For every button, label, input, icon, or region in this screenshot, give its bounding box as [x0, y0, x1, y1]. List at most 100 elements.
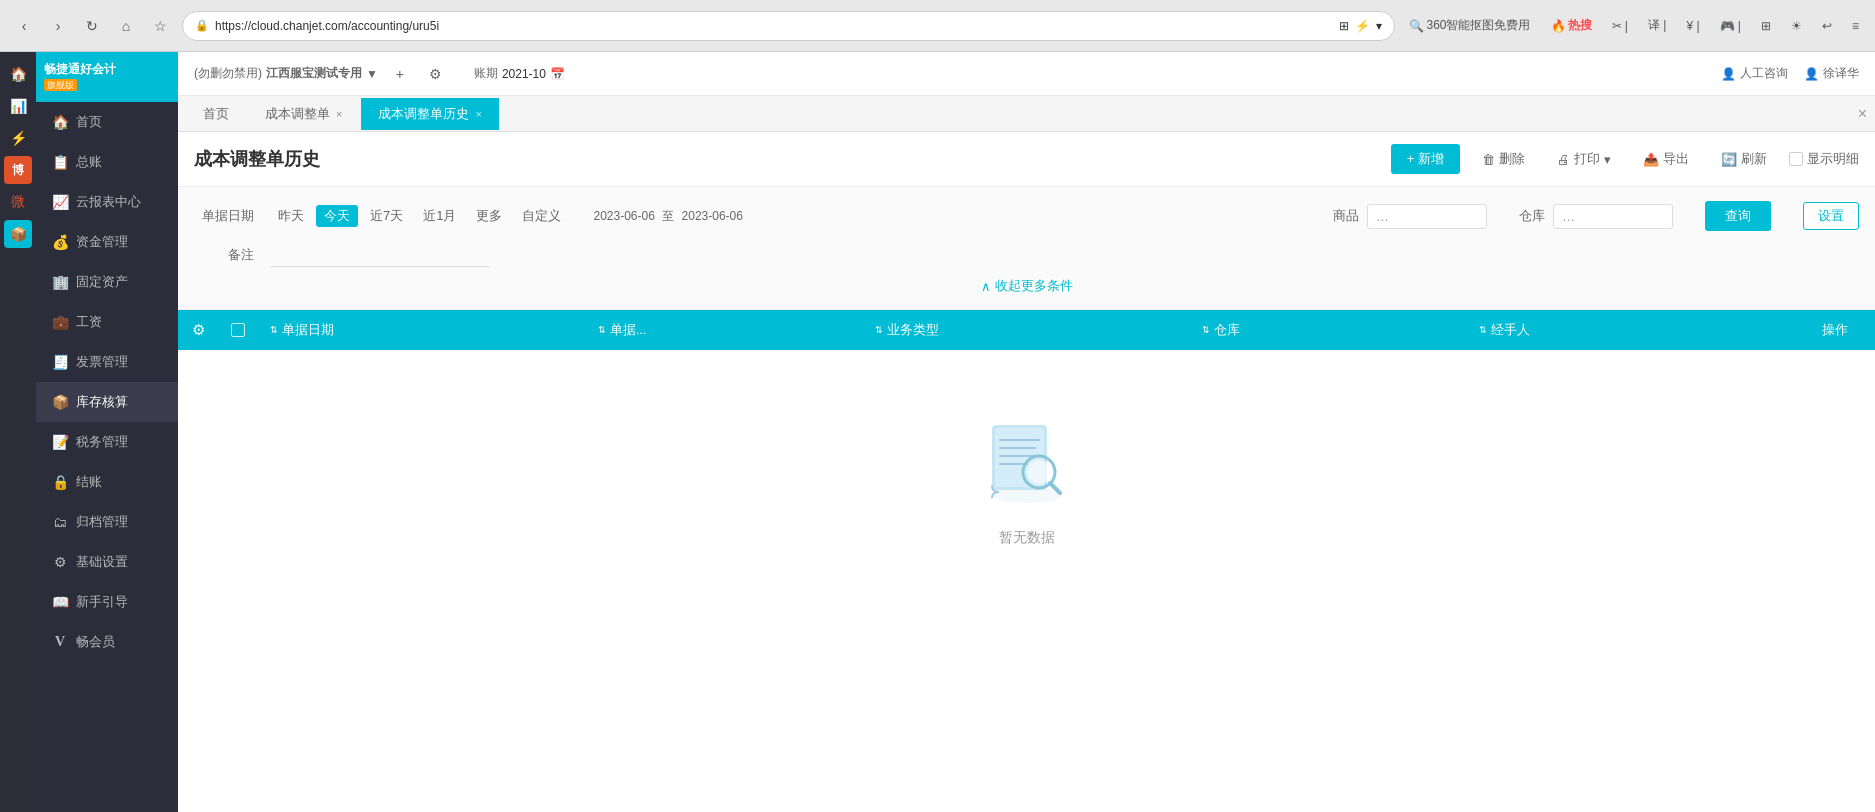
tab-cost-adjust[interactable]: 成本调整单 ×: [248, 98, 359, 130]
filter-area: 单据日期 昨天 今天 近7天 近1月 更多 自定义 2023-06-06 至 2…: [178, 187, 1875, 310]
sort-type-icon: ⇅: [875, 325, 883, 335]
date-7days[interactable]: 近7天: [362, 205, 411, 227]
sidebar-item-member[interactable]: V 畅会员: [36, 622, 178, 662]
date-today[interactable]: 今天: [316, 205, 358, 227]
header-right: 👤 人工咨询 👤 徐译华: [1721, 65, 1859, 82]
ledger-icon: 📋: [52, 154, 68, 170]
left-icon-red[interactable]: 博: [4, 156, 32, 184]
game-tool[interactable]: 🎮 |: [1714, 17, 1747, 35]
menu-tool[interactable]: ≡: [1846, 17, 1865, 35]
salary-icon: 💼: [52, 314, 68, 330]
sidebar-item-tax[interactable]: 📝 税务管理: [36, 422, 178, 462]
sidebar-label-member: 畅会员: [76, 633, 115, 651]
sun-tool[interactable]: ☀: [1785, 17, 1808, 35]
setting-button[interactable]: 设置: [1803, 202, 1859, 230]
grid-tool[interactable]: ⊞: [1755, 17, 1777, 35]
left-icon-chart[interactable]: 📊: [4, 92, 32, 120]
back-button[interactable]: ‹: [10, 12, 38, 40]
sidebar-item-settings[interactable]: ⚙ 基础设置: [36, 542, 178, 582]
sidebar-item-ledger[interactable]: 📋 总账: [36, 142, 178, 182]
star-button[interactable]: ☆: [146, 12, 174, 40]
table-container: ⚙ ⇅ 单据日期 ⇅ 单据... ⇅ 业务类型: [178, 310, 1875, 607]
sidebar-item-guide[interactable]: 📖 新手引导: [36, 582, 178, 622]
address-bar[interactable]: 🔒 https://cloud.chanjet.com/accounting/u…: [182, 11, 1395, 41]
date-range-from: 2023-06-06 至 2023-06-06: [593, 208, 742, 225]
add-button[interactable]: + 新增: [1391, 144, 1460, 174]
notes-input[interactable]: [270, 243, 490, 267]
filter-row-notes: 备注: [194, 243, 1859, 267]
consult-button[interactable]: 👤 人工咨询: [1721, 65, 1788, 82]
invoice-icon: 🧾: [52, 354, 68, 370]
translate-tool[interactable]: 译 |: [1642, 15, 1672, 36]
col-header-number[interactable]: ⇅ 单据...: [586, 313, 863, 347]
goods-select[interactable]: …: [1367, 204, 1487, 229]
filter-row-date: 单据日期 昨天 今天 近7天 近1月 更多 自定义 2023-06-06 至 2…: [194, 201, 1859, 231]
tab-home-label: 首页: [203, 105, 229, 123]
table-settings-col[interactable]: ⚙: [178, 321, 218, 339]
coin-tool[interactable]: ¥ |: [1680, 17, 1705, 35]
refresh-button[interactable]: 🔄 刷新: [1711, 146, 1777, 172]
print-button[interactable]: 🖨 打印 ▾: [1547, 146, 1621, 172]
sidebar-item-inventory[interactable]: 📦 库存核算: [36, 382, 178, 422]
goods-dots: …: [1376, 209, 1389, 224]
col-header-operator[interactable]: ⇅ 经手人: [1467, 313, 1795, 347]
user-menu[interactable]: 👤 徐译华: [1804, 65, 1859, 82]
home-button[interactable]: ⌂: [112, 12, 140, 40]
left-icon-package[interactable]: 📦: [4, 220, 32, 248]
date-more[interactable]: 更多: [468, 205, 510, 227]
sidebar-label-ledger: 总账: [76, 153, 102, 171]
left-icon-weibo[interactable]: 微: [4, 188, 32, 216]
col-date-label: 单据日期: [282, 321, 334, 339]
forward-button[interactable]: ›: [44, 12, 72, 40]
export-button[interactable]: 📤 导出: [1633, 146, 1699, 172]
table-checkbox-col[interactable]: [218, 323, 258, 337]
sidebar-item-closing[interactable]: 🔒 结账: [36, 462, 178, 502]
sidebar-item-salary[interactable]: 💼 工资: [36, 302, 178, 342]
undo-tool[interactable]: ↩: [1816, 17, 1838, 35]
warehouse-filter-group: 仓库 …: [1519, 204, 1673, 229]
sidebar-item-home[interactable]: 🏠 首页: [36, 102, 178, 142]
search-tool[interactable]: 🔍 360智能抠图免费用: [1403, 15, 1536, 36]
tab-cost-adjust-close[interactable]: ×: [336, 108, 342, 120]
tab-cost-history[interactable]: 成本调整单历史 ×: [361, 98, 498, 130]
calendar-icon[interactable]: 📅: [550, 67, 565, 81]
sidebar-label-guide: 新手引导: [76, 593, 128, 611]
print-label: 打印: [1574, 150, 1600, 168]
tab-cost-history-close[interactable]: ×: [475, 108, 481, 120]
sidebar-item-fixed-assets[interactable]: 🏢 固定资产: [36, 262, 178, 302]
warehouse-label: 仓库: [1519, 207, 1545, 225]
tab-cost-history-label: 成本调整单历史: [378, 105, 469, 123]
hot-search[interactable]: 🔥 热搜: [1545, 15, 1598, 36]
left-icon-lightning[interactable]: ⚡: [4, 124, 32, 152]
delete-label: 删除: [1499, 150, 1525, 168]
sidebar-label-settings: 基础设置: [76, 553, 128, 571]
tab-close-all[interactable]: ×: [1858, 105, 1867, 123]
display-cols-check[interactable]: 显示明细: [1789, 150, 1859, 168]
tab-home[interactable]: 首页: [186, 98, 246, 130]
date-1month[interactable]: 近1月: [415, 205, 464, 227]
date-yesterday[interactable]: 昨天: [270, 205, 312, 227]
col-header-date[interactable]: ⇅ 单据日期: [258, 313, 586, 347]
sidebar-item-archive[interactable]: 🗂 归档管理: [36, 502, 178, 542]
date-custom[interactable]: 自定义: [514, 205, 569, 227]
delete-button[interactable]: 🗑 删除: [1472, 146, 1535, 172]
app-header: (勿删勿禁用) 江西服宝测试专用 ▼ + ⚙ 账期 2021-10 📅 👤 人工…: [178, 52, 1875, 96]
warehouse-select[interactable]: …: [1553, 204, 1673, 229]
header-settings-button[interactable]: ⚙: [422, 60, 450, 88]
sidebar-item-funds[interactable]: 💰 资金管理: [36, 222, 178, 262]
collapse-button[interactable]: ∧ 收起更多条件: [981, 277, 1073, 295]
sidebar-label-salary: 工资: [76, 313, 102, 331]
header-add-button[interactable]: +: [386, 60, 414, 88]
col-header-type[interactable]: ⇅ 业务类型: [863, 313, 1191, 347]
company-dropdown-icon[interactable]: ▼: [366, 67, 378, 81]
table-select-all-checkbox[interactable]: [231, 323, 245, 337]
left-icon-home[interactable]: 🏠: [4, 60, 32, 88]
scissors-tool[interactable]: ✂ |: [1606, 17, 1634, 35]
main-content: (勿删勿禁用) 江西服宝测试专用 ▼ + ⚙ 账期 2021-10 📅 👤 人工…: [178, 52, 1875, 812]
sidebar-item-reports[interactable]: 📈 云报表中心: [36, 182, 178, 222]
reload-button[interactable]: ↻: [78, 12, 106, 40]
query-button[interactable]: 查询: [1705, 201, 1771, 231]
col-header-warehouse[interactable]: ⇅ 仓库: [1190, 313, 1467, 347]
sidebar-item-invoice[interactable]: 🧾 发票管理: [36, 342, 178, 382]
collapse-label: 收起更多条件: [995, 277, 1073, 295]
